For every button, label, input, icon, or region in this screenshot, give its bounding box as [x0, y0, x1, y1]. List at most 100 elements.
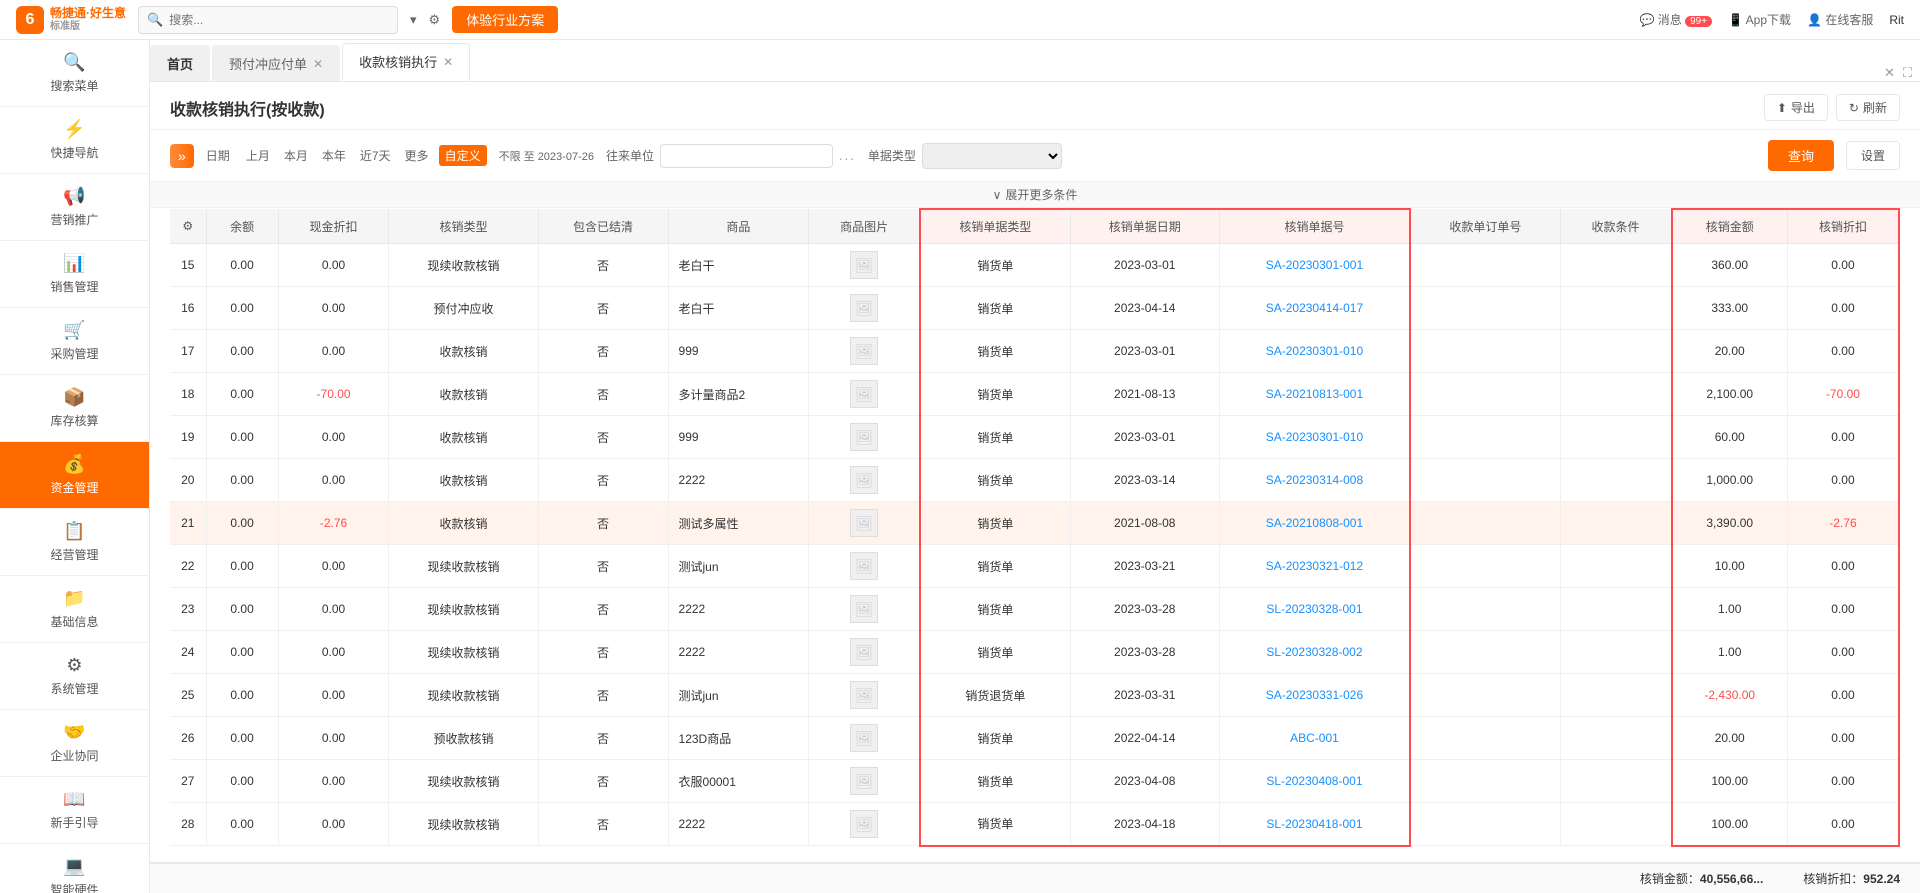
cell-goods: 多计量商品2: [668, 373, 809, 416]
tab-bar: 首页 预付冲应付单 ✕ 收款核销执行 ✕ ✕ ⛶: [150, 40, 1920, 82]
sidebar-item-guide[interactable]: 📖 新手引导: [0, 777, 149, 844]
tab-receipt-cancel-close[interactable]: ✕: [443, 55, 453, 69]
partner-input[interactable]: [660, 144, 833, 168]
tab-home[interactable]: 首页: [150, 45, 210, 81]
filter-expand-button[interactable]: »: [170, 144, 194, 168]
online-service-link[interactable]: 👤 在线客服: [1807, 11, 1873, 28]
dropdown-arrow[interactable]: ▾: [410, 12, 417, 28]
sidebar-item-base-info[interactable]: 📁 基础信息: [0, 576, 149, 643]
tab-receipt-cancel[interactable]: 收款核销执行 ✕: [342, 43, 470, 81]
expand-more-button[interactable]: ∨ 展开更多条件: [170, 186, 1900, 203]
cancel-bill-no-link[interactable]: SA-20230301-010: [1266, 430, 1363, 444]
goods-image: 🖼: [850, 724, 878, 752]
bill-type-select[interactable]: [922, 143, 1062, 169]
cancel-bill-no-link[interactable]: SL-20230408-001: [1266, 774, 1362, 788]
window-close-icon[interactable]: ✕: [1884, 65, 1895, 81]
cell-cancel-bill-no[interactable]: SL-20230328-002: [1219, 631, 1410, 674]
chevron-down-icon: ∨: [993, 188, 1002, 202]
search-menu-icon: 🔍: [63, 52, 85, 73]
tab-prepay[interactable]: 预付冲应付单 ✕: [212, 45, 340, 81]
sidebar-item-sales[interactable]: 📊 销售管理: [0, 241, 149, 308]
cell-cancel-bill-no[interactable]: ABC-001: [1219, 717, 1410, 760]
cell-cancel-bill-no[interactable]: SA-20230301-001: [1219, 244, 1410, 287]
cell-cancel-bill-no[interactable]: SA-20230301-010: [1219, 330, 1410, 373]
cell-cancel-bill-no[interactable]: SL-20230408-001: [1219, 760, 1410, 803]
col-cancel-bill-no: 核销单据号: [1219, 209, 1410, 244]
table-row: 16 0.00 0.00 预付冲应收 否 老白干 🖼 销货单 2023-04-1…: [170, 287, 1899, 330]
search-input[interactable]: [169, 13, 389, 27]
cell-goods: 衣服00001: [668, 760, 809, 803]
cancel-bill-no-link[interactable]: SA-20230414-017: [1266, 301, 1363, 315]
refresh-button[interactable]: ↻ 刷新: [1836, 94, 1900, 121]
cell-cancel-bill-no[interactable]: SA-20210813-001: [1219, 373, 1410, 416]
cell-cancel-bill-no[interactable]: SL-20230328-001: [1219, 588, 1410, 631]
cancel-bill-no-link[interactable]: SA-20230314-008: [1266, 473, 1363, 487]
user-label[interactable]: Rit: [1889, 13, 1904, 27]
setting-button[interactable]: 设置: [1846, 141, 1900, 170]
cell-cancel-bill-no[interactable]: SA-20230331-026: [1219, 674, 1410, 717]
cancel-bill-no-link[interactable]: ABC-001: [1290, 731, 1339, 745]
cell-cancel-amount: 20.00: [1672, 717, 1788, 760]
cell-cancel-bill-no[interactable]: SA-20230414-017: [1219, 287, 1410, 330]
date-7days[interactable]: 近7天: [356, 145, 395, 166]
date-more[interactable]: 更多: [401, 145, 433, 166]
solution-button[interactable]: 体验行业方案: [452, 6, 558, 33]
messages-link[interactable]: 💬 消息 99+: [1639, 11, 1712, 28]
cell-receipt-condition: [1560, 588, 1672, 631]
cell-cancel-bill-no[interactable]: SA-20230301-010: [1219, 416, 1410, 459]
sidebar-item-purchase[interactable]: 🛒 采购管理: [0, 308, 149, 375]
cancel-bill-no-link[interactable]: SA-20210808-001: [1266, 516, 1363, 530]
app-download-link[interactable]: 📱 App下载: [1728, 11, 1791, 28]
sidebar: 🔍 搜索菜单 ⚡ 快捷导航 📢 营销推广 📊 销售管理 🛒 采购管理 📦 库存核…: [0, 40, 150, 893]
cell-cancel-amount: 20.00: [1672, 330, 1788, 373]
date-last-month[interactable]: 上月: [242, 145, 274, 166]
query-button[interactable]: 查询: [1768, 140, 1834, 171]
gear-icon[interactable]: ⚙: [429, 12, 441, 28]
cell-cash-discount: 0.00: [278, 416, 389, 459]
date-custom[interactable]: 自定义: [439, 145, 487, 166]
cell-cash-discount: 0.00: [278, 588, 389, 631]
sidebar-item-quick-nav[interactable]: ⚡ 快捷导航: [0, 107, 149, 174]
tab-prepay-label: 预付冲应付单: [229, 54, 307, 73]
sidebar-item-search[interactable]: 🔍 搜索菜单: [0, 40, 149, 107]
table-row: 19 0.00 0.00 收款核销 否 999 🖼 销货单 2023-03-01…: [170, 416, 1899, 459]
cell-cancel-bill-date: 2023-03-14: [1070, 459, 1219, 502]
expand-more-label: 展开更多条件: [1005, 186, 1077, 203]
cell-receipt-order-no: [1410, 244, 1560, 287]
cell-no: 28: [170, 803, 206, 846]
cancel-bill-no-link[interactable]: SA-20230301-001: [1266, 258, 1363, 272]
cell-cancel-amount: 1.00: [1672, 588, 1788, 631]
sidebar-item-system[interactable]: ⚙ 系统管理: [0, 643, 149, 710]
tab-prepay-close[interactable]: ✕: [313, 57, 323, 71]
cell-no: 19: [170, 416, 206, 459]
col-settings[interactable]: ⚙: [170, 209, 206, 244]
date-this-year[interactable]: 本年: [318, 145, 350, 166]
cancel-bill-no-link[interactable]: SA-20210813-001: [1266, 387, 1363, 401]
cancel-bill-no-link[interactable]: SA-20230331-026: [1266, 688, 1363, 702]
search-box[interactable]: 🔍: [138, 6, 398, 34]
cell-cancel-bill-date: 2023-04-18: [1070, 803, 1219, 846]
window-maximize-icon[interactable]: ⛶: [1903, 65, 1912, 81]
cell-cancel-bill-no[interactable]: SA-20210808-001: [1219, 502, 1410, 545]
sidebar-item-cooperation[interactable]: 🤝 企业协同: [0, 710, 149, 777]
date-this-month[interactable]: 本月: [280, 145, 312, 166]
sidebar-item-finance[interactable]: 💰 资金管理: [0, 442, 149, 509]
sidebar-item-management[interactable]: 📋 经营管理: [0, 509, 149, 576]
cell-cancel-bill-no[interactable]: SA-20230314-008: [1219, 459, 1410, 502]
cell-cancel-bill-type: 销货单: [920, 545, 1070, 588]
cancel-bill-no-link[interactable]: SA-20230321-012: [1266, 559, 1363, 573]
cancel-bill-no-link[interactable]: SL-20230418-001: [1266, 817, 1362, 831]
cell-cancel-type: 收款核销: [389, 330, 538, 373]
export-button[interactable]: ⬆ 导出: [1764, 94, 1828, 121]
sidebar-item-inventory[interactable]: 📦 库存核算: [0, 375, 149, 442]
cell-cancel-bill-no[interactable]: SL-20230418-001: [1219, 803, 1410, 846]
sidebar-item-marketing[interactable]: 📢 营销推广: [0, 174, 149, 241]
refresh-icon: ↻: [1849, 101, 1859, 115]
cancel-bill-no-link[interactable]: SL-20230328-001: [1266, 602, 1362, 616]
sidebar-item-hardware[interactable]: 💻 智能硬件: [0, 844, 149, 893]
cancel-bill-no-link[interactable]: SA-20230301-010: [1266, 344, 1363, 358]
cancel-bill-no-link[interactable]: SL-20230328-002: [1266, 645, 1362, 659]
cell-cancel-discount: -2.76: [1787, 502, 1899, 545]
cell-receipt-condition: [1560, 502, 1672, 545]
cell-cancel-bill-no[interactable]: SA-20230321-012: [1219, 545, 1410, 588]
